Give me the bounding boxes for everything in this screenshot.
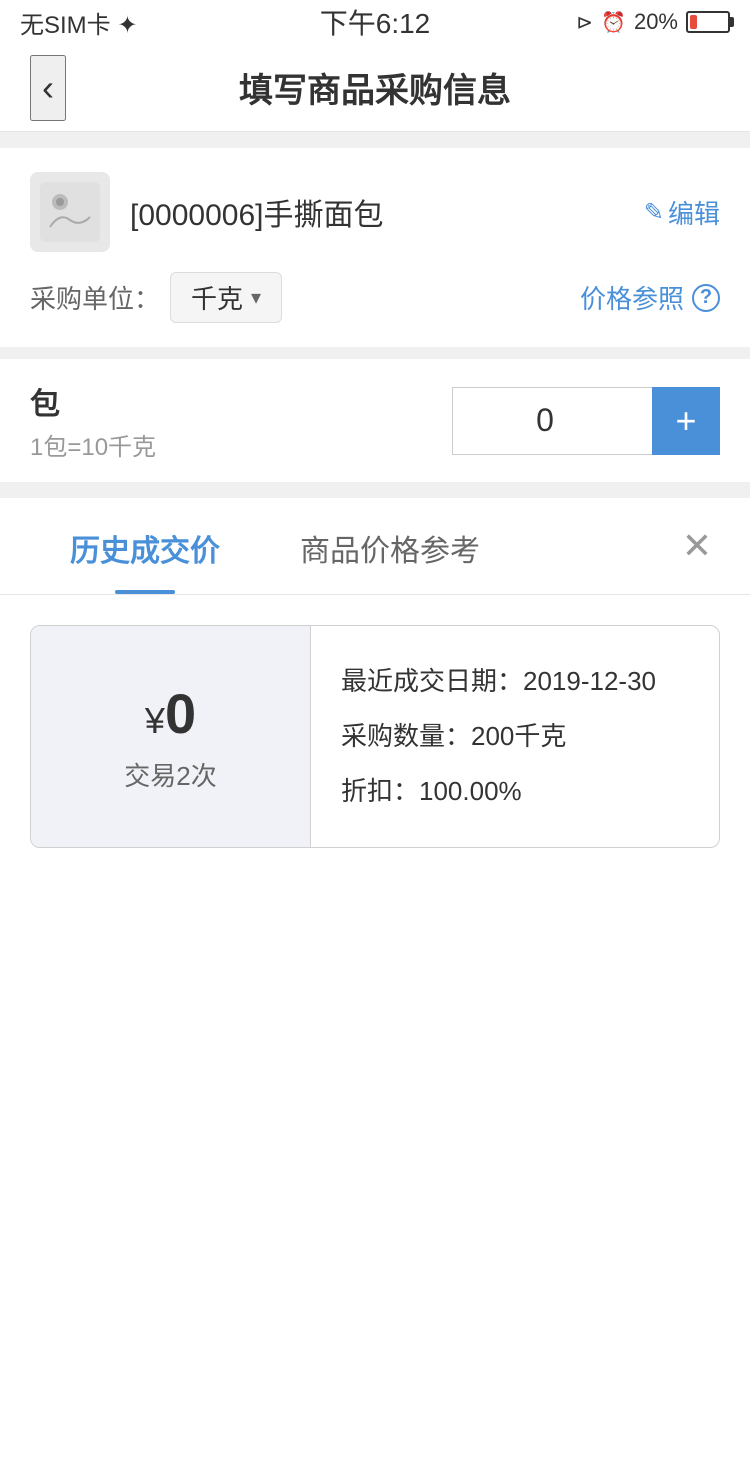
product-name: [0000006]手撕面包 <box>130 190 383 234</box>
nav-bar: ‹ 填写商品采购信息 <box>0 44 750 132</box>
quantity-input-area: + <box>452 387 720 455</box>
edit-label: 编辑 <box>668 194 720 231</box>
help-icon: ? <box>692 284 720 312</box>
edit-icon: ✎ <box>644 198 664 227</box>
status-bar: 无SIM卡 ✦ 下午6:12 ⊳ ⏰ 20% <box>0 0 750 44</box>
discount: 折扣：100.00% <box>341 772 689 811</box>
battery-text: 20% <box>634 9 678 35</box>
back-button[interactable]: ‹ <box>30 55 66 121</box>
price-ref-label: 价格参照 <box>580 279 684 316</box>
product-unit-row: 采购单位： 千克 ▾ 价格参照 ? <box>30 272 720 323</box>
product-left: [0000006]手撕面包 <box>30 172 383 252</box>
quantity-input[interactable] <box>452 387 652 455</box>
price-display: ¥0 <box>145 681 196 746</box>
unit-left: 采购单位： 千克 ▾ <box>30 272 282 323</box>
status-time: 下午6:12 <box>320 2 431 42</box>
unit-selector[interactable]: 千克 ▾ <box>170 272 282 323</box>
price-value: 0 <box>165 682 196 745</box>
product-section: [0000006]手撕面包 ✎ 编辑 采购单位： 千克 ▾ 价格参照 ? <box>0 148 750 347</box>
price-card-right: 最近成交日期：2019-12-30 采购数量：200千克 折扣：100.00% <box>311 626 719 847</box>
unit-label: 采购单位： <box>30 279 160 316</box>
price-ref-button[interactable]: 价格参照 ? <box>580 279 720 316</box>
status-right: ⊳ ⏰ 20% <box>576 9 730 35</box>
tabs-close-button[interactable]: ✕ <box>674 517 720 575</box>
quantity-unit-main: 包 <box>30 379 156 423</box>
quantity-row: 包 1包=10千克 + <box>0 359 750 482</box>
quantity-plus-button[interactable]: + <box>652 387 720 455</box>
currency-symbol: ¥ <box>145 700 165 741</box>
empty-content-area <box>0 878 750 1478</box>
unit-value: 千克 <box>191 279 243 316</box>
tabs-section: 历史成交价 商品价格参考 ✕ ¥0 交易2次 最近成交日期：2019-12-30… <box>0 498 750 1478</box>
battery-icon <box>686 11 730 33</box>
trade-count: 交易2次 <box>124 756 216 793</box>
tabs-header: 历史成交价 商品价格参考 ✕ <box>0 498 750 595</box>
quantity-label: 包 1包=10千克 <box>30 379 156 462</box>
purchase-qty: 采购数量：200千克 <box>341 717 689 756</box>
product-header: [0000006]手撕面包 ✎ 编辑 <box>30 172 720 252</box>
tab-history-label: 历史成交价 <box>70 535 220 568</box>
alarm-icon: ⏰ <box>601 10 626 35</box>
section-divider <box>0 347 750 359</box>
tab-history-price[interactable]: 历史成交价 <box>30 498 260 594</box>
price-card: ¥0 交易2次 最近成交日期：2019-12-30 采购数量：200千克 折扣：… <box>30 625 720 848</box>
quantity-unit-sub: 1包=10千克 <box>30 427 156 462</box>
status-left: 无SIM卡 ✦ <box>20 5 137 40</box>
dropdown-arrow-icon: ▾ <box>251 285 261 310</box>
tab-price-ref-label: 商品价格参考 <box>300 535 480 568</box>
recent-date: 最近成交日期：2019-12-30 <box>341 662 689 701</box>
edit-button[interactable]: ✎ 编辑 <box>644 194 720 231</box>
tab-price-ref[interactable]: 商品价格参考 <box>260 498 520 594</box>
product-image <box>30 172 110 252</box>
price-card-left: ¥0 交易2次 <box>31 626 311 847</box>
signal-text: 无SIM卡 ✦ <box>20 5 137 40</box>
page-title: 填写商品采购信息 <box>239 63 511 112</box>
battery-fill <box>690 15 697 29</box>
location-icon: ⊳ <box>576 10 593 35</box>
